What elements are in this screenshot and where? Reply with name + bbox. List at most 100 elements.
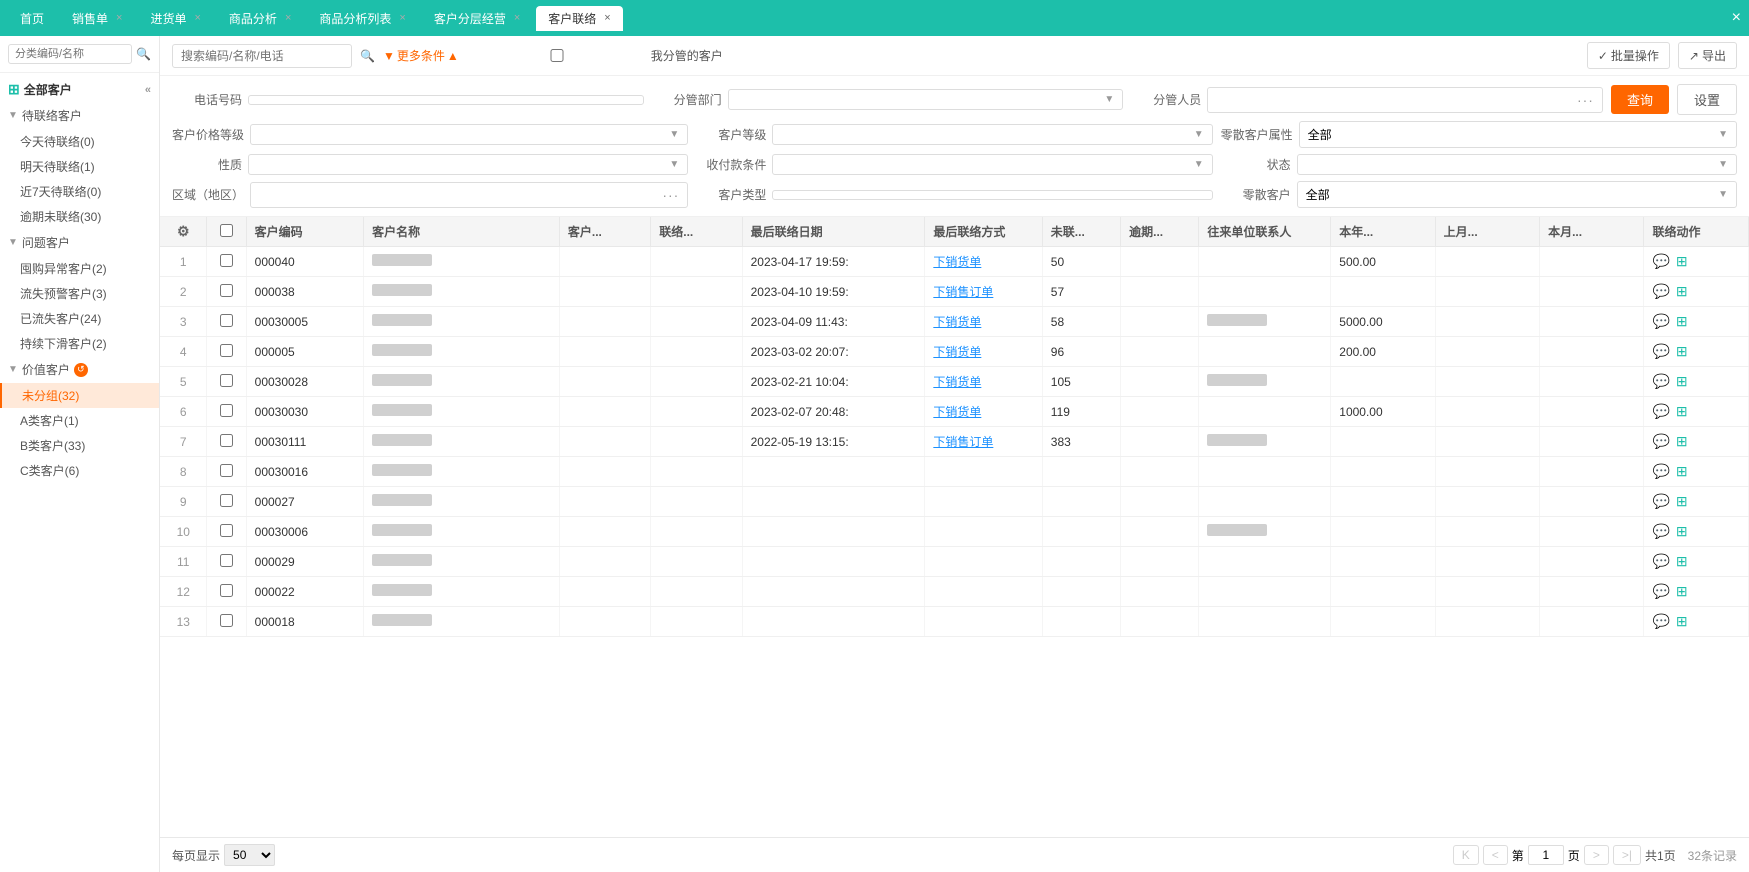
message-icon[interactable]: 💬 bbox=[1652, 253, 1669, 270]
batch-operation-button[interactable]: ✓ 批量操作 bbox=[1587, 42, 1670, 69]
sparse-customer-dropdown[interactable]: 全部 ▼ bbox=[1297, 181, 1737, 208]
grid-action-icon[interactable]: ⊞ bbox=[1676, 403, 1688, 420]
region-input[interactable]: ··· bbox=[250, 182, 688, 208]
message-icon[interactable]: 💬 bbox=[1652, 283, 1669, 300]
price-level-dropdown[interactable]: ▼ bbox=[250, 124, 688, 145]
grid-action-icon[interactable]: ⊞ bbox=[1676, 253, 1688, 270]
customer-level-dropdown[interactable]: ▼ bbox=[772, 124, 1212, 145]
row-checkbox[interactable] bbox=[220, 524, 233, 537]
page-size-dropdown[interactable]: 50 10 20 100 bbox=[224, 844, 275, 866]
phone-input[interactable] bbox=[248, 95, 644, 105]
grid-action-icon[interactable]: ⊞ bbox=[1676, 613, 1688, 630]
sidebar-search-icon[interactable]: 🔍 bbox=[136, 47, 151, 61]
sidebar-item-ungroup[interactable]: 未分组(32) bbox=[0, 383, 159, 408]
message-icon[interactable]: 💬 bbox=[1652, 553, 1669, 570]
search-input[interactable] bbox=[172, 44, 352, 68]
prev-page-button[interactable]: < bbox=[1483, 845, 1508, 865]
payment-dropdown[interactable]: ▼ bbox=[772, 154, 1212, 175]
message-icon[interactable]: 💬 bbox=[1652, 523, 1669, 540]
export-button[interactable]: ↗ 导出 bbox=[1678, 42, 1737, 69]
sidebar-item-7days[interactable]: 近7天待联络(0) bbox=[0, 179, 159, 204]
collapse-sidebar-icon[interactable]: « bbox=[145, 84, 151, 96]
search-bar-icon[interactable]: 🔍 bbox=[360, 49, 375, 63]
row-checkbox[interactable] bbox=[220, 254, 233, 267]
person-input[interactable]: ··· bbox=[1207, 87, 1603, 113]
query-button[interactable]: 查询 bbox=[1611, 85, 1669, 114]
grid-action-icon[interactable]: ⊞ bbox=[1676, 433, 1688, 450]
sidebar-item-declining[interactable]: 持续下滑客户(2) bbox=[0, 331, 159, 356]
select-all-checkbox[interactable] bbox=[220, 224, 233, 237]
sparse-attr-dropdown[interactable]: 全部 ▼ bbox=[1299, 121, 1737, 148]
sidebar-item-today[interactable]: 今天待联络(0) bbox=[0, 129, 159, 154]
contact-way-link[interactable]: 下销货单 bbox=[933, 255, 981, 269]
message-icon[interactable]: 💬 bbox=[1652, 493, 1669, 510]
sidebar-item-class-c[interactable]: C类客户(6) bbox=[0, 458, 159, 483]
th-settings[interactable]: ⚙ bbox=[160, 217, 207, 247]
close-all-button[interactable]: × bbox=[1732, 9, 1741, 27]
message-icon[interactable]: 💬 bbox=[1652, 343, 1669, 360]
row-checkbox[interactable] bbox=[220, 584, 233, 597]
customer-type-input[interactable] bbox=[772, 190, 1212, 200]
message-icon[interactable]: 💬 bbox=[1652, 463, 1669, 480]
message-icon[interactable]: 💬 bbox=[1652, 433, 1669, 450]
close-customer-contact-tab[interactable]: × bbox=[604, 12, 610, 24]
contact-way-link[interactable]: 下销货单 bbox=[933, 315, 981, 329]
row-checkbox[interactable] bbox=[220, 554, 233, 567]
reset-button[interactable]: 设置 bbox=[1677, 84, 1737, 115]
grid-action-icon[interactable]: ⊞ bbox=[1676, 493, 1688, 510]
tab-product-list[interactable]: 商品分析列表 × bbox=[307, 6, 417, 31]
my-customers-checkbox[interactable] bbox=[467, 49, 647, 62]
sidebar-item-tomorrow[interactable]: 明天待联络(1) bbox=[0, 154, 159, 179]
row-checkbox[interactable] bbox=[220, 494, 233, 507]
row-checkbox[interactable] bbox=[220, 464, 233, 477]
row-checkbox[interactable] bbox=[220, 284, 233, 297]
next-page-button[interactable]: > bbox=[1584, 845, 1609, 865]
message-icon[interactable]: 💬 bbox=[1652, 313, 1669, 330]
all-customers-section[interactable]: ⊞ 全部客户 « bbox=[0, 73, 159, 102]
contact-way-link[interactable]: 下销货单 bbox=[933, 405, 981, 419]
dept-dropdown[interactable]: ▼ bbox=[728, 89, 1124, 110]
contact-way-link[interactable]: 下销货单 bbox=[933, 345, 981, 359]
grid-action-icon[interactable]: ⊞ bbox=[1676, 463, 1688, 480]
grid-action-icon[interactable]: ⊞ bbox=[1676, 553, 1688, 570]
tab-customer-tier[interactable]: 客户分层经营 × bbox=[422, 6, 532, 31]
page-number-input[interactable] bbox=[1528, 845, 1564, 865]
grid-action-icon[interactable]: ⊞ bbox=[1676, 283, 1688, 300]
message-icon[interactable]: 💬 bbox=[1652, 403, 1669, 420]
close-product-analysis-tab[interactable]: × bbox=[285, 12, 291, 24]
sidebar-item-churned[interactable]: 已流失客户(24) bbox=[0, 306, 159, 331]
message-icon[interactable]: 💬 bbox=[1652, 583, 1669, 600]
first-page-button[interactable]: K bbox=[1453, 845, 1479, 865]
nature-dropdown[interactable]: ▼ bbox=[248, 154, 688, 175]
pending-group-header[interactable]: ▼ 待联络客户 bbox=[0, 102, 159, 129]
contact-way-link[interactable]: 下销售订单 bbox=[933, 435, 993, 449]
row-checkbox[interactable] bbox=[220, 344, 233, 357]
message-icon[interactable]: 💬 bbox=[1652, 373, 1669, 390]
row-checkbox[interactable] bbox=[220, 404, 233, 417]
row-checkbox[interactable] bbox=[220, 314, 233, 327]
status-dropdown[interactable]: ▼ bbox=[1297, 154, 1737, 175]
sidebar-item-class-a[interactable]: A类客户(1) bbox=[0, 408, 159, 433]
row-checkbox[interactable] bbox=[220, 374, 233, 387]
grid-action-icon[interactable]: ⊞ bbox=[1676, 313, 1688, 330]
close-purchase-tab[interactable]: × bbox=[194, 12, 200, 24]
grid-action-icon[interactable]: ⊞ bbox=[1676, 343, 1688, 360]
contact-way-link[interactable]: 下销售订单 bbox=[933, 285, 993, 299]
sidebar-item-class-b[interactable]: B类客户(33) bbox=[0, 433, 159, 458]
sidebar-item-churn-warning[interactable]: 流失预警客户(3) bbox=[0, 281, 159, 306]
contact-way-link[interactable]: 下销货单 bbox=[933, 375, 981, 389]
tab-purchase[interactable]: 进货单 × bbox=[138, 6, 212, 31]
tab-product-analysis[interactable]: 商品分析 × bbox=[217, 6, 303, 31]
close-customer-tier-tab[interactable]: × bbox=[514, 12, 520, 24]
row-checkbox[interactable] bbox=[220, 434, 233, 447]
last-page-button[interactable]: >| bbox=[1613, 845, 1641, 865]
tab-home[interactable]: 首页 bbox=[8, 6, 56, 31]
table-settings-icon[interactable]: ⚙ bbox=[177, 223, 190, 239]
sidebar-item-hoarding[interactable]: 囤购异常客户(2) bbox=[0, 256, 159, 281]
message-icon[interactable]: 💬 bbox=[1652, 613, 1669, 630]
problem-group-header[interactable]: ▼ 问题客户 bbox=[0, 229, 159, 256]
grid-action-icon[interactable]: ⊞ bbox=[1676, 373, 1688, 390]
close-sales-tab[interactable]: × bbox=[116, 12, 122, 24]
value-group-header[interactable]: ▼ 价值客户 ↺ bbox=[0, 356, 159, 383]
grid-action-icon[interactable]: ⊞ bbox=[1676, 583, 1688, 600]
